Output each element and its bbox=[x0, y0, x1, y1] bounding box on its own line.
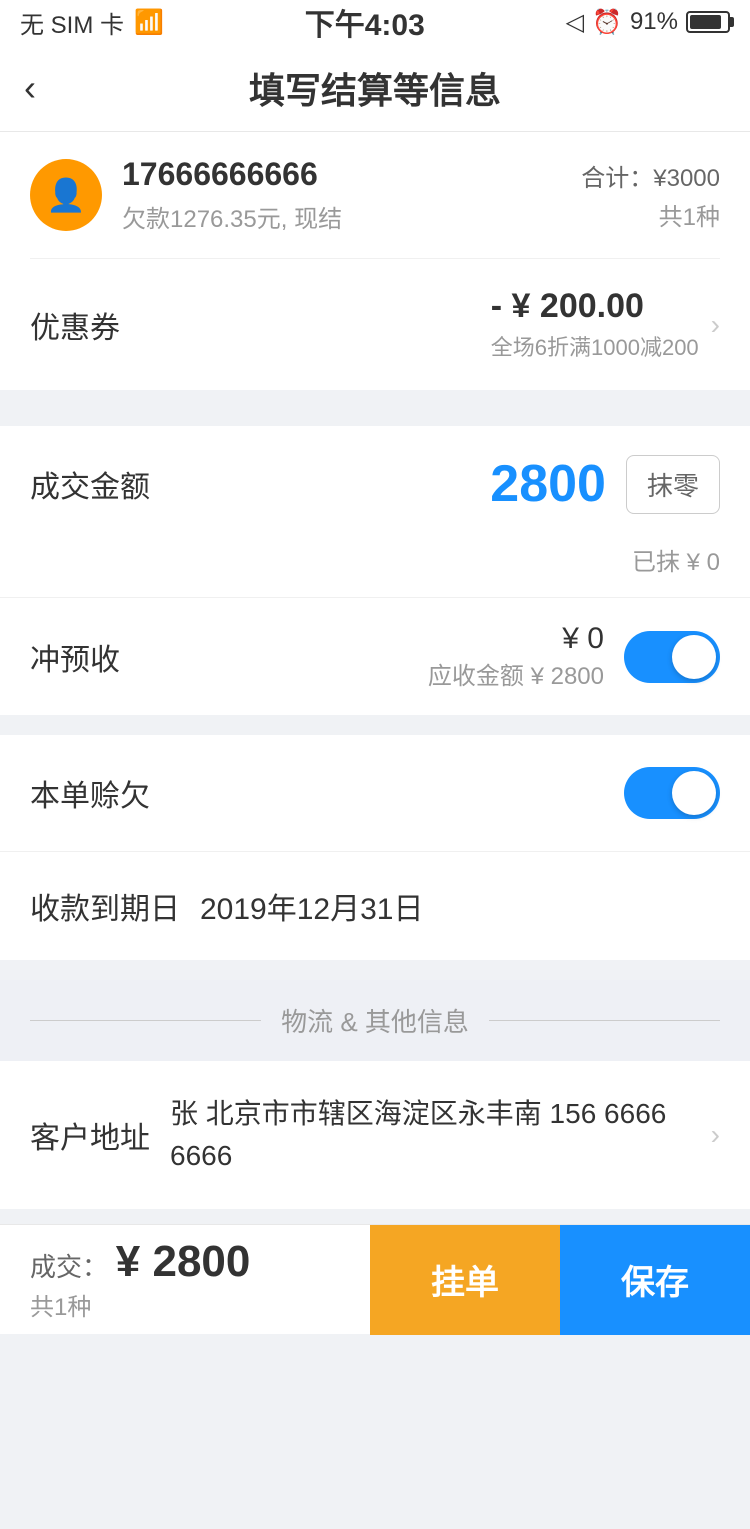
coupon-right: - ¥ 200.00 全场6折满1000减200 › bbox=[491, 287, 720, 362]
precollect-sub: 应收金额 ¥ 2800 bbox=[428, 656, 604, 691]
section-gap-2 bbox=[0, 715, 750, 735]
user-row: 👤 17666666666 欠款1276.35元, 现结 合计：¥3000 共1… bbox=[0, 132, 750, 258]
address-label: 客户地址 bbox=[30, 1113, 150, 1157]
due-date-label: 收款到期日 bbox=[30, 884, 180, 928]
user-info: 17666666666 欠款1276.35元, 现结 bbox=[122, 156, 342, 234]
battery-icon bbox=[686, 11, 730, 33]
address-row[interactable]: 客户地址 张 北京市市辖区海淀区永丰南 156 6666 6666 › bbox=[0, 1061, 750, 1209]
coupon-label: 优惠券 bbox=[30, 303, 120, 347]
bottom-count: 共1种 bbox=[30, 1287, 340, 1322]
coupon-row[interactable]: 优惠券 - ¥ 200.00 全场6折满1000减200 › bbox=[0, 259, 750, 390]
bottom-deal-row: 成交： ¥ 2800 bbox=[30, 1237, 340, 1287]
address-chevron-icon: › bbox=[711, 1119, 720, 1151]
avatar-icon: 👤 bbox=[46, 176, 86, 214]
user-card: 👤 17666666666 欠款1276.35元, 现结 合计：¥3000 共1… bbox=[0, 132, 750, 390]
logistics-line-right bbox=[489, 1020, 720, 1021]
logistics-header: 物流 & 其他信息 bbox=[0, 980, 750, 1061]
debt-toggle[interactable] bbox=[624, 767, 720, 819]
save-button[interactable]: 保存 bbox=[560, 1225, 750, 1335]
deal-amount: 2800 bbox=[490, 454, 606, 514]
user-left: 👤 17666666666 欠款1276.35元, 现结 bbox=[30, 156, 342, 234]
section-gap-1 bbox=[0, 406, 750, 426]
deal-row: 成交金额 2800 抹零 bbox=[30, 426, 720, 542]
bottom-info: 成交： ¥ 2800 共1种 bbox=[0, 1237, 370, 1322]
bottom-amount: ¥ 2800 bbox=[116, 1237, 251, 1286]
precollect-right: ¥ 0 应收金额 ¥ 2800 bbox=[428, 622, 720, 691]
precollect-label: 冲预收 bbox=[30, 635, 120, 679]
deal-label: 成交金额 bbox=[30, 462, 150, 506]
status-bar: 无 SIM 卡 📶 下午4:03 ◁ ⏰ 91% bbox=[0, 0, 750, 44]
precollect-row: 冲预收 ¥ 0 应收金额 ¥ 2800 bbox=[0, 597, 750, 715]
wifi-icon: 📶 bbox=[134, 8, 164, 37]
deal-right: 2800 抹零 bbox=[490, 454, 720, 514]
deal-section: 成交金额 2800 抹零 已抹 ¥ 0 bbox=[0, 426, 750, 597]
nav-bar: ‹ 填写结算等信息 bbox=[0, 44, 750, 132]
address-content: 张 北京市市辖区海淀区永丰南 156 6666 6666 bbox=[170, 1093, 711, 1177]
status-right: ◁ ⏰ 91% bbox=[566, 8, 730, 37]
section-gap-3 bbox=[0, 960, 750, 980]
pending-button[interactable]: 挂单 bbox=[370, 1225, 560, 1335]
status-time: 下午4:03 bbox=[305, 0, 425, 44]
user-total: 合计：¥3000 共1种 bbox=[581, 158, 720, 232]
user-phone: 17666666666 bbox=[122, 156, 342, 193]
clock-icon: ⏰ bbox=[592, 8, 622, 37]
due-date-row: 收款到期日 2019年12月31日 bbox=[0, 851, 750, 960]
battery-pct: 91% bbox=[630, 8, 678, 36]
location-icon: ◁ bbox=[566, 8, 584, 37]
total-label: 合计：¥3000 bbox=[581, 158, 720, 193]
total-amount-inline: ¥3000 bbox=[653, 165, 720, 192]
coupon-desc: 全场6折满1000减200 bbox=[491, 330, 699, 362]
debt-label: 本单赊欠 bbox=[30, 771, 150, 815]
deal-sub-text: 已抹 ¥ 0 bbox=[632, 549, 720, 576]
logistics-line-left bbox=[30, 1020, 261, 1021]
precollect-amount-block: ¥ 0 应收金额 ¥ 2800 bbox=[428, 622, 604, 691]
status-left: 无 SIM 卡 📶 bbox=[20, 5, 164, 40]
due-date-value: 2019年12月31日 bbox=[200, 884, 423, 928]
toggle-knob bbox=[672, 635, 716, 679]
coupon-amount: - ¥ 200.00 bbox=[491, 287, 699, 326]
precollect-toggle[interactable] bbox=[624, 631, 720, 683]
chevron-right-icon: › bbox=[711, 309, 720, 341]
page-title: 填写结算等信息 bbox=[249, 62, 501, 114]
avatar: 👤 bbox=[30, 159, 102, 231]
round-zero-button[interactable]: 抹零 bbox=[626, 455, 720, 514]
total-count: 共1种 bbox=[581, 197, 720, 232]
bottom-bar: 成交： ¥ 2800 共1种 挂单 保存 bbox=[0, 1224, 750, 1334]
bottom-deal-label: 成交： bbox=[30, 1252, 108, 1282]
coupon-info: - ¥ 200.00 全场6折满1000减200 bbox=[491, 287, 699, 362]
debt-row: 本单赊欠 bbox=[0, 735, 750, 851]
back-button[interactable]: ‹ bbox=[24, 67, 36, 109]
precollect-amount: ¥ 0 bbox=[428, 622, 604, 656]
user-debt-info: 欠款1276.35元, 现结 bbox=[122, 199, 342, 234]
debt-toggle-knob bbox=[672, 771, 716, 815]
sim-label: 无 SIM 卡 bbox=[20, 5, 124, 40]
logistics-title: 物流 & 其他信息 bbox=[281, 1002, 469, 1039]
